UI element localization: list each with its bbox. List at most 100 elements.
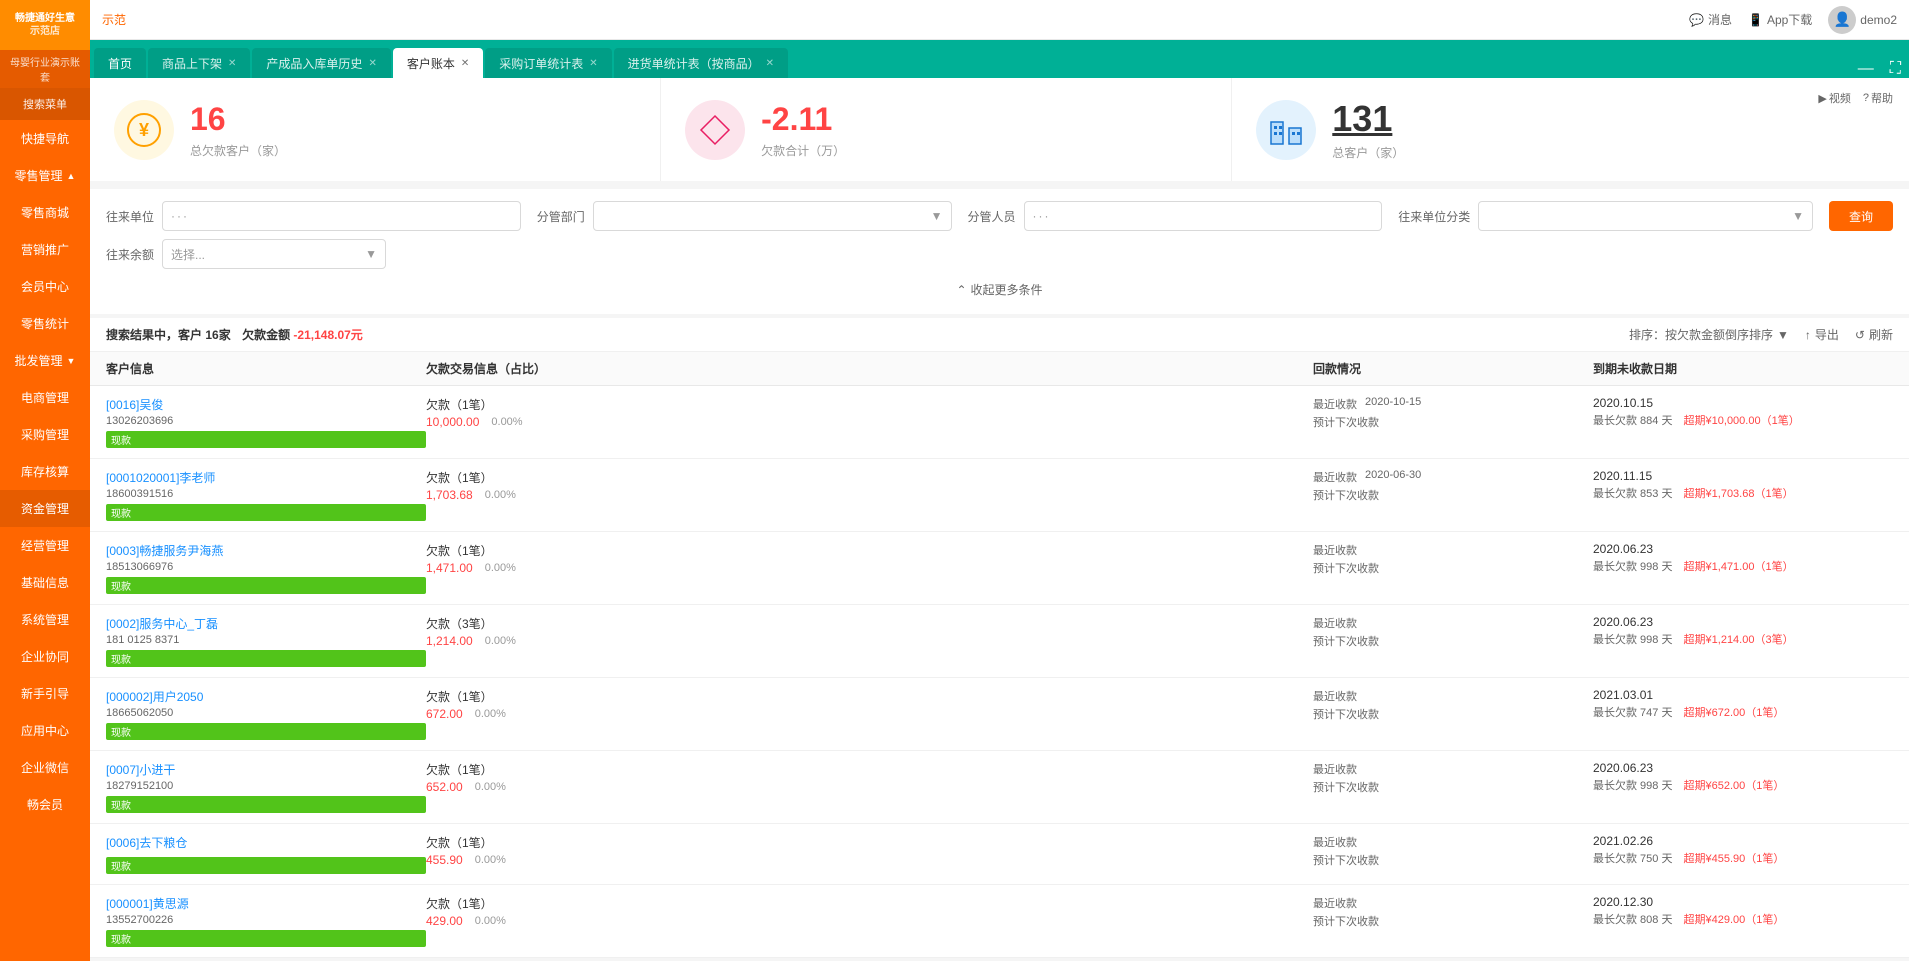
query-button[interactable]: 查询 [1829, 201, 1893, 231]
stat-label-debt-customers: 总欠款客户（家） [190, 142, 286, 159]
stat-info-debt-customers: 16 总欠款客户（家） [190, 101, 286, 159]
overdue-amount-4[interactable]: 超期¥672.00（1笔） [1684, 707, 1785, 719]
tab-product-inbound-close[interactable]: ✕ [368, 58, 376, 69]
customer-name-7[interactable]: [000001]黄思源 [106, 895, 426, 912]
overdue-amount-3[interactable]: 超期¥1,214.00（3笔） [1684, 634, 1794, 646]
balance-select[interactable]: 选择... ▼ [162, 239, 386, 269]
sidebar-item-wholesale[interactable]: 批发管理 ▼ [0, 342, 90, 379]
video-link[interactable]: ▶ 视频 [1818, 90, 1850, 106]
tab-customer-ledger[interactable]: 客户账本 ✕ [393, 48, 483, 78]
customer-name-5[interactable]: [0007]小进干 [106, 761, 426, 778]
tab-home[interactable]: 首页 [94, 48, 146, 78]
tab-inbound-stats-close[interactable]: ✕ [766, 58, 774, 69]
customer-name-3[interactable]: [0002]服务中心_丁磊 [106, 615, 426, 632]
debt-cell-4: 欠款（1笔） 672.00 0.00% [426, 688, 1313, 740]
filter-dept-label: 分管部门 [537, 208, 585, 225]
overdue-amount-7[interactable]: 超期¥429.00（1笔） [1684, 914, 1785, 926]
sidebar-item-inventory[interactable]: 库存核算 [0, 453, 90, 490]
sidebar-item-finance[interactable]: 资金管理 [0, 490, 90, 527]
debt-count-4: 欠款（1笔） [426, 688, 1313, 705]
repay-cell-7: 最近收款 预计下次收款 [1313, 895, 1593, 947]
page-content: ¥ 16 总欠款客户（家） -2.11 [90, 78, 1909, 961]
stat-number-total-customers: 131 [1332, 98, 1404, 140]
manager-input[interactable]: ··· [1024, 201, 1383, 231]
tab-product-listing-label: 商品上下架 [162, 55, 222, 72]
overdue-amount-0[interactable]: 超期¥10,000.00（1笔） [1684, 415, 1800, 427]
customer-name-1[interactable]: [0001020001]李老师 [106, 469, 426, 486]
customer-tag-2: 现款 [106, 577, 426, 594]
customer-name-2[interactable]: [0003]畅捷服务尹海燕 [106, 542, 426, 559]
last-collect-date-0: 2020-10-15 [1365, 396, 1421, 412]
sidebar-item-purchase[interactable]: 采购管理 [0, 416, 90, 453]
export-label: 导出 [1815, 326, 1839, 343]
overdue-days-0: 最长欠款 884 天 超期¥10,000.00（1笔） [1593, 412, 1893, 428]
tab-product-listing-close[interactable]: ✕ [228, 58, 236, 69]
sidebar-item-retail-mgmt[interactable]: 零售管理 ▲ [0, 157, 90, 194]
filter-manager-label: 分管人员 [968, 208, 1016, 225]
overdue-amount-6[interactable]: 超期¥455.90（1笔） [1684, 853, 1785, 865]
tab-purchase-stats[interactable]: 采购订单统计表 ✕ [485, 48, 611, 78]
sidebar-item-ecommerce[interactable]: 电商管理 [0, 379, 90, 416]
customer-tag-4: 现款 [106, 723, 426, 740]
overdue-cell-0: 2020.10.15 最长欠款 884 天 超期¥10,000.00（1笔） [1593, 396, 1893, 448]
customer-phone-1: 18600391516 [106, 488, 426, 500]
tab-product-listing[interactable]: 商品上下架 ✕ [148, 48, 250, 78]
industry-label: 母婴行业演示账套 [0, 50, 90, 88]
results-actions: 排序：按欠款金额倒序排序 ▼ ↑ 导出 ↺ 刷新 [1629, 326, 1893, 343]
sidebar-item-newbie[interactable]: 新手引导 [0, 675, 90, 712]
table-row: [000001]黄思源 13552700226 现款 欠款（1笔） 429.00… [90, 885, 1909, 958]
sidebar-item-system[interactable]: 系统管理 [0, 601, 90, 638]
filter-area: 往来单位 ··· 分管部门 ▼ 分管人员 [90, 189, 1909, 314]
refresh-button[interactable]: ↺ 刷新 [1855, 326, 1893, 343]
unit-category-select[interactable]: ▼ [1478, 201, 1813, 231]
app-download-button[interactable]: 📱 App下载 [1748, 11, 1812, 28]
tabs-minimize-button[interactable]: — [1854, 60, 1878, 78]
from-unit-input[interactable]: ··· [162, 201, 521, 231]
overdue-amount-1[interactable]: 超期¥1,703.68（1笔） [1684, 488, 1794, 500]
debt-count-3: 欠款（3笔） [426, 615, 1313, 632]
results-bar: 搜索结果中，客户 16家 欠款金额 -21,148.07元 排序：按欠款金额倒序… [90, 318, 1909, 352]
message-button[interactable]: 💬 消息 [1689, 11, 1732, 28]
user-menu[interactable]: 👤 demo2 [1828, 6, 1897, 34]
sidebar-item-marketing[interactable]: 营销推广 [0, 231, 90, 268]
repay-cell-4: 最近收款 预计下次收款 [1313, 688, 1593, 740]
sidebar-item-wechat[interactable]: 企业微信 [0, 749, 90, 786]
tab-product-inbound[interactable]: 产成品入库单历史 ✕ [252, 48, 390, 78]
sidebar-item-search[interactable]: 搜索菜单 [0, 88, 90, 120]
sort-button[interactable]: 排序：按欠款金额倒序排序 ▼ [1629, 326, 1789, 343]
customer-name-4[interactable]: [000002]用户2050 [106, 688, 426, 705]
tab-inbound-stats[interactable]: 进货单统计表（按商品） ✕ [614, 48, 788, 78]
stat-number-debt-customers: 16 [190, 101, 286, 138]
sidebar-item-basic-info[interactable]: 基础信息 [0, 564, 90, 601]
sidebar-item-quick-nav[interactable]: 快捷导航 [0, 120, 90, 157]
sidebar-item-operations[interactable]: 经营管理 [0, 527, 90, 564]
sidebar-item-member[interactable]: 会员中心 [0, 268, 90, 305]
table-row: [0007]小进干 18279152100 现款 欠款（1笔） 652.00 0… [90, 751, 1909, 824]
dept-select[interactable]: ▼ [593, 201, 952, 231]
debt-cell-0: 欠款（1笔） 10,000.00 0.00% [426, 396, 1313, 448]
collapse-button[interactable]: ⌃ 收起更多条件 [106, 277, 1893, 302]
filter-unit-category: 往来单位分类 ▼ [1398, 201, 1813, 231]
overdue-amount-5[interactable]: 超期¥652.00（1笔） [1684, 780, 1785, 792]
sidebar-item-retail-mall[interactable]: 零售商城 [0, 194, 90, 231]
stat-number-debt-total: -2.11 [761, 101, 845, 138]
sidebar-item-collab[interactable]: 企业协同 [0, 638, 90, 675]
sidebar-item-member2[interactable]: 畅会员 [0, 786, 90, 823]
overdue-amount-2[interactable]: 超期¥1,471.00（1笔） [1684, 561, 1794, 573]
sidebar-item-retail-stats[interactable]: 零售统计 [0, 305, 90, 342]
help-link[interactable]: ? 帮助 [1863, 90, 1893, 106]
customer-cell-6: [0006]去下粮仓 现款 [106, 834, 426, 874]
export-button[interactable]: ↑ 导出 [1805, 326, 1839, 343]
debt-ratio-3: 0.00% [485, 635, 516, 647]
tab-purchase-stats-close[interactable]: ✕ [589, 58, 597, 69]
customer-name-0[interactable]: [0016]吴俊 [106, 396, 426, 413]
stat-label-total-customers: 总客户（家） [1332, 144, 1404, 161]
customer-name-6[interactable]: [0006]去下粮仓 [106, 834, 426, 851]
customer-cell-5: [0007]小进干 18279152100 现款 [106, 761, 426, 813]
tabs-expand-button[interactable]: ⛶ [1886, 60, 1905, 78]
tab-customer-ledger-close[interactable]: ✕ [461, 58, 469, 69]
stat-card-debt-customers: ¥ 16 总欠款客户（家） [90, 78, 661, 181]
sidebar-item-app-center[interactable]: 应用中心 [0, 712, 90, 749]
username-label: demo2 [1860, 13, 1897, 27]
last-collect-label-7: 最近收款 [1313, 895, 1357, 911]
